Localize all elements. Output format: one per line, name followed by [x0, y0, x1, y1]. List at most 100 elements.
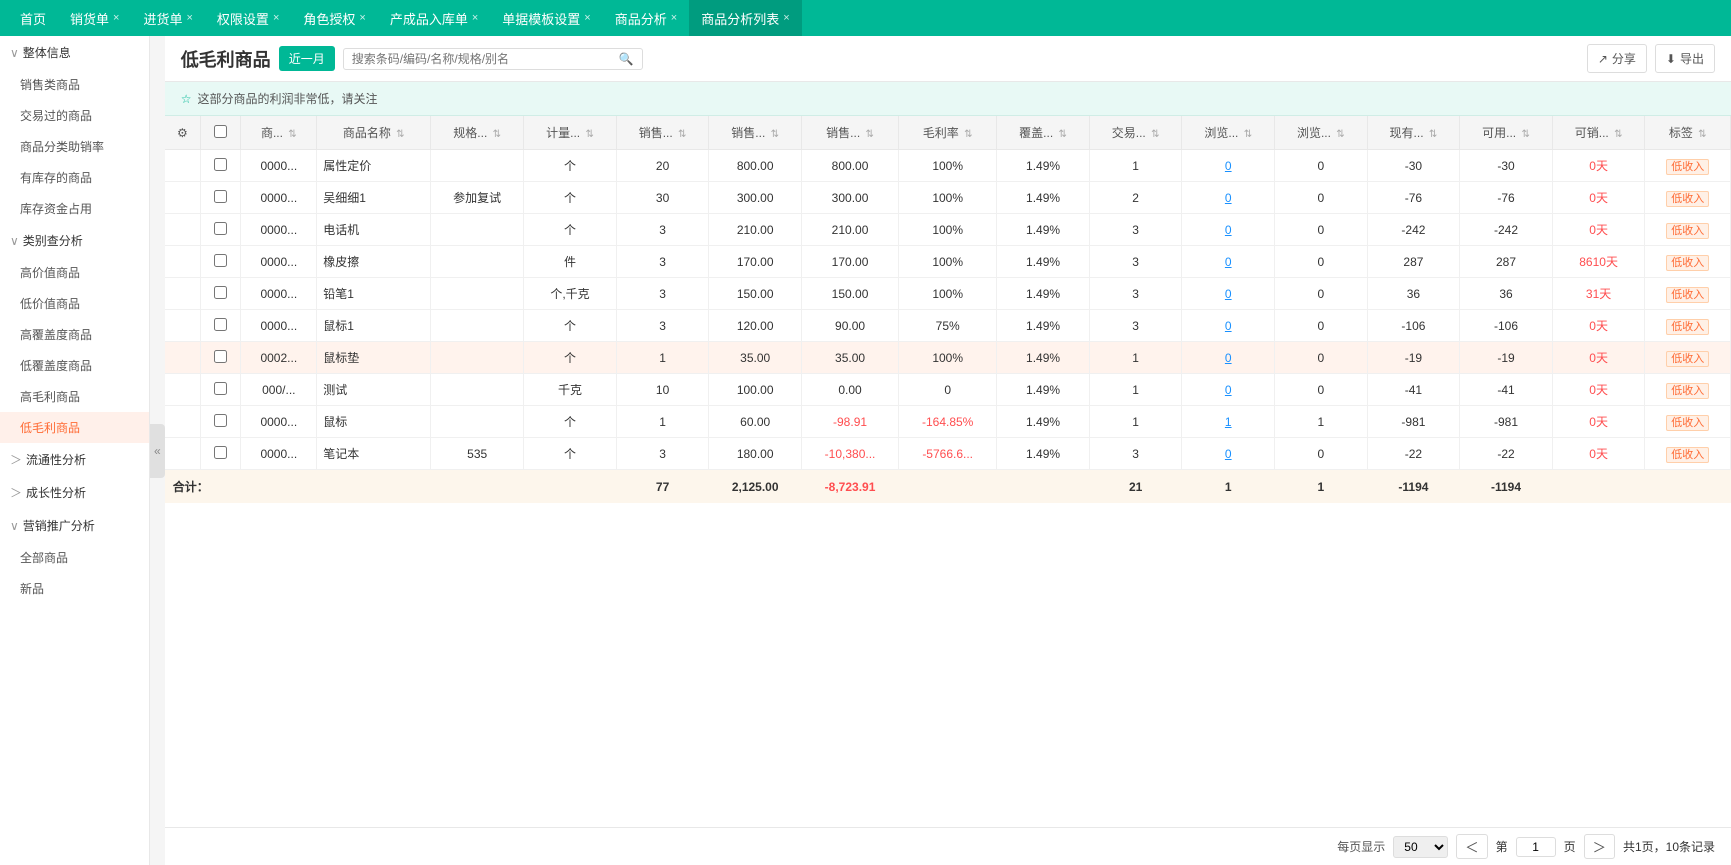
- sidebar-item-sales-goods[interactable]: 销售类商品: [0, 69, 149, 100]
- search-input[interactable]: [352, 52, 619, 66]
- nav-template-setting[interactable]: 单据模板设置 ×: [490, 0, 602, 36]
- close-icon[interactable]: ×: [584, 12, 590, 24]
- nav-product-analysis-list[interactable]: 商品分析列表 ×: [689, 0, 801, 36]
- sidebar-item-high-margin[interactable]: 高毛利商品: [0, 381, 149, 412]
- close-icon[interactable]: ×: [359, 12, 365, 24]
- nav-purchase-order[interactable]: 进货单 ×: [131, 0, 204, 36]
- col-sales-price[interactable]: 销售... ⇅: [709, 116, 802, 150]
- col-unit[interactable]: 计量... ⇅: [524, 116, 617, 150]
- row-checkbox[interactable]: [201, 214, 241, 246]
- row-browse1[interactable]: 0: [1182, 214, 1275, 246]
- row-checkbox[interactable]: [201, 246, 241, 278]
- row-settings[interactable]: [165, 278, 201, 310]
- row-browse1[interactable]: 0: [1182, 438, 1275, 470]
- close-icon[interactable]: ×: [186, 12, 192, 24]
- col-stock-current[interactable]: 现有... ⇅: [1367, 116, 1460, 150]
- row-checkbox[interactable]: [201, 182, 241, 214]
- search-box[interactable]: 🔍: [343, 48, 643, 70]
- col-browse2[interactable]: 浏览... ⇅: [1275, 116, 1368, 150]
- row-browse1[interactable]: 0: [1182, 246, 1275, 278]
- row-checkbox[interactable]: [201, 406, 241, 438]
- row-browse1[interactable]: 0: [1182, 278, 1275, 310]
- row-checkbox[interactable]: [201, 374, 241, 406]
- nav-sales-order[interactable]: 销货单 ×: [58, 0, 131, 36]
- col-stock-available[interactable]: 可用... ⇅: [1460, 116, 1553, 150]
- close-icon[interactable]: ×: [113, 12, 119, 24]
- share-button[interactable]: ↗ 分享: [1587, 44, 1647, 73]
- row-browse1[interactable]: 0: [1182, 342, 1275, 374]
- row-settings[interactable]: [165, 342, 201, 374]
- row-checkbox[interactable]: [201, 278, 241, 310]
- close-icon[interactable]: ×: [783, 12, 789, 24]
- nav-role-auth[interactable]: 角色授权 ×: [291, 0, 377, 36]
- filter-time-button[interactable]: 近一月: [279, 46, 335, 71]
- row-checkbox[interactable]: [201, 438, 241, 470]
- sidebar-item-category-assist-rate[interactable]: 商品分类助销率: [0, 131, 149, 162]
- sidebar-item-high-value[interactable]: 高价值商品: [0, 257, 149, 288]
- row-browse1[interactable]: 0: [1182, 374, 1275, 406]
- sidebar-group-growth-analysis[interactable]: ＞ 成长性分析: [0, 476, 149, 509]
- sidebar-group-category-analysis[interactable]: ∨ 类别查分析: [0, 224, 149, 257]
- close-icon[interactable]: ×: [273, 12, 279, 24]
- row-settings[interactable]: [165, 150, 201, 182]
- row-tag: 低收入: [1645, 150, 1731, 182]
- col-stock-saleable[interactable]: 可销... ⇅: [1552, 116, 1645, 150]
- page-suffix: 页: [1564, 838, 1576, 855]
- sidebar-item-new-goods[interactable]: 新品: [0, 573, 149, 604]
- col-tag[interactable]: 标签 ⇅: [1645, 116, 1731, 150]
- col-checkbox[interactable]: [201, 116, 241, 150]
- col-spec[interactable]: 规格... ⇅: [431, 116, 524, 150]
- nav-home[interactable]: 首页: [8, 0, 58, 36]
- sidebar-item-stocked-goods[interactable]: 有库存的商品: [0, 162, 149, 193]
- export-button[interactable]: ⬇ 导出: [1655, 44, 1715, 73]
- col-sales-count[interactable]: 销售... ⇅: [616, 116, 709, 150]
- row-browse1[interactable]: 0: [1182, 150, 1275, 182]
- row-browse1[interactable]: 0: [1182, 310, 1275, 342]
- col-code[interactable]: 商... ⇅: [241, 116, 317, 150]
- sidebar-group-overall[interactable]: ∨ 整体信息: [0, 36, 149, 69]
- close-icon[interactable]: ×: [472, 12, 478, 24]
- row-settings[interactable]: [165, 214, 201, 246]
- col-gross-rate[interactable]: 毛利率 ⇅: [899, 116, 997, 150]
- sidebar-group-flow-analysis[interactable]: ＞ 流通性分析: [0, 443, 149, 476]
- row-coverage: 1.49%: [997, 214, 1090, 246]
- sidebar-item-high-coverage[interactable]: 高覆盖度商品: [0, 319, 149, 350]
- row-checkbox[interactable]: [201, 342, 241, 374]
- sidebar-item-traded-goods[interactable]: 交易过的商品: [0, 100, 149, 131]
- select-all-checkbox[interactable]: [214, 125, 227, 138]
- row-browse1[interactable]: 0: [1182, 182, 1275, 214]
- sidebar-item-low-coverage[interactable]: 低覆盖度商品: [0, 350, 149, 381]
- nav-product-warehouse[interactable]: 产成品入库单 ×: [378, 0, 490, 36]
- col-sales-profit[interactable]: 销售... ⇅: [801, 116, 898, 150]
- close-icon[interactable]: ×: [671, 12, 677, 24]
- prev-page-button[interactable]: ＜: [1456, 834, 1487, 859]
- sidebar-collapse-button[interactable]: «: [150, 424, 165, 478]
- row-name: 鼠标1: [317, 310, 431, 342]
- row-settings[interactable]: [165, 374, 201, 406]
- row-settings[interactable]: [165, 406, 201, 438]
- col-coverage[interactable]: 覆盖... ⇅: [997, 116, 1090, 150]
- sidebar-group-marketing-analysis[interactable]: ∨ 营销推广分析: [0, 509, 149, 542]
- search-icon[interactable]: 🔍: [619, 52, 634, 66]
- next-page-button[interactable]: ＞: [1584, 834, 1615, 859]
- page-number-input[interactable]: [1516, 837, 1556, 857]
- row-checkbox[interactable]: [201, 310, 241, 342]
- sidebar-item-all-goods[interactable]: 全部商品: [0, 542, 149, 573]
- col-browse1[interactable]: 浏览... ⇅: [1182, 116, 1275, 150]
- row-checkbox[interactable]: [201, 150, 241, 182]
- row-browse1[interactable]: 1: [1182, 406, 1275, 438]
- nav-product-analysis[interactable]: 商品分析 ×: [603, 0, 689, 36]
- row-settings[interactable]: [165, 246, 201, 278]
- sidebar-item-stock-capital[interactable]: 库存资金占用: [0, 193, 149, 224]
- nav-permission[interactable]: 权限设置 ×: [205, 0, 291, 36]
- col-settings[interactable]: ⚙: [165, 116, 201, 150]
- col-name[interactable]: 商品名称 ⇅: [317, 116, 431, 150]
- row-settings[interactable]: [165, 182, 201, 214]
- row-settings[interactable]: [165, 310, 201, 342]
- sidebar-item-low-margin[interactable]: 低毛利商品: [0, 412, 149, 443]
- page-size-select[interactable]: 50 100 200: [1393, 836, 1448, 858]
- row-settings[interactable]: [165, 438, 201, 470]
- col-trade[interactable]: 交易... ⇅: [1089, 116, 1182, 150]
- sidebar-item-low-value[interactable]: 低价值商品: [0, 288, 149, 319]
- tag-badge: 低收入: [1666, 191, 1709, 207]
